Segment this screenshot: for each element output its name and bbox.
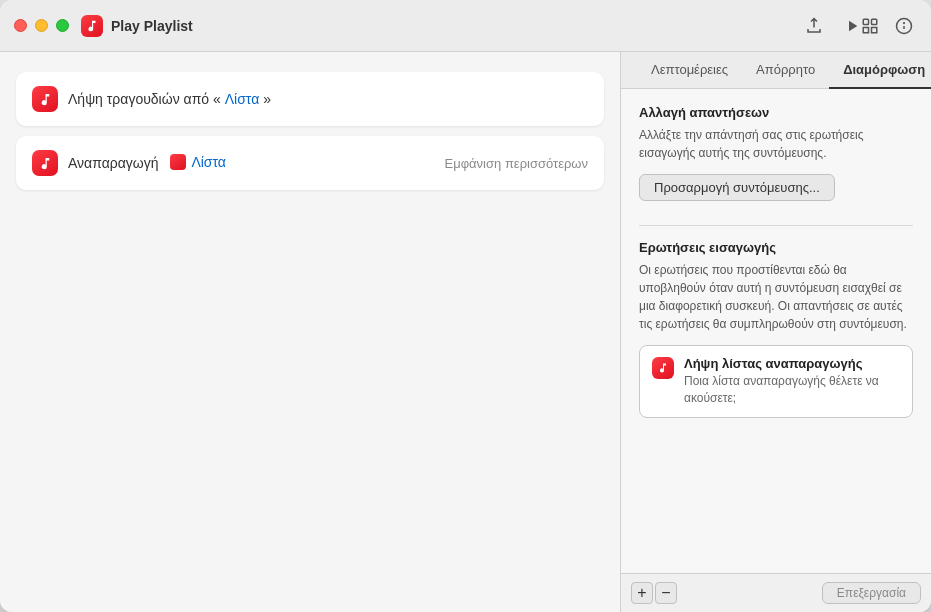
get-songs-link[interactable]: Λίστα bbox=[225, 91, 260, 107]
remove-question-button[interactable]: − bbox=[655, 582, 677, 604]
app-icon bbox=[81, 15, 103, 37]
question-list: Λήψη λίστας αναπαραγωγής Ποια λίστα αναπ… bbox=[639, 345, 913, 418]
playback-label: Αναπαραγωγή bbox=[68, 155, 159, 171]
window-title: Play Playlist bbox=[111, 18, 805, 34]
change-answers-desc: Αλλάξτε την απάντησή σας στις ερωτήσεις … bbox=[639, 126, 913, 162]
question-title: Λήψη λίστας αναπαραγωγής bbox=[684, 356, 900, 371]
question-item-0[interactable]: Λήψη λίστας αναπαραγωγής Ποια λίστα αναπ… bbox=[640, 346, 912, 417]
input-questions-title: Ερωτήσεις εισαγωγής bbox=[639, 240, 913, 255]
change-answers-title: Αλλαγή απαντήσεων bbox=[639, 105, 913, 120]
main-window: Play Playlist bbox=[0, 0, 931, 612]
right-panel: Λεπτομέρειες Απόρρητο Διαμόρφωση Αλλαγή … bbox=[621, 52, 931, 612]
titlebar: Play Playlist bbox=[0, 0, 931, 52]
play-button[interactable] bbox=[843, 17, 861, 35]
get-songs-before: Λήψη τραγουδιών από « bbox=[68, 91, 221, 107]
share-button[interactable] bbox=[805, 17, 823, 35]
svg-rect-0 bbox=[863, 19, 868, 24]
right-panel-content: Αλλαγή απαντήσεων Αλλάξτε την απάντησή σ… bbox=[621, 89, 931, 573]
library-icon[interactable] bbox=[861, 17, 879, 35]
section-separator bbox=[639, 225, 913, 226]
get-songs-row[interactable]: Λήψη τραγουδιών από « Λίστα » bbox=[16, 72, 604, 126]
playback-icon bbox=[32, 150, 58, 176]
playback-link[interactable]: Λίστα bbox=[170, 154, 226, 173]
customize-button[interactable]: Προσαρμογή συντόμευσης... bbox=[639, 174, 835, 201]
input-questions-desc: Οι ερωτήσεις που προστίθενται εδώ θα υπο… bbox=[639, 261, 913, 333]
question-text-wrapper: Λήψη λίστας αναπαραγωγής Ποια λίστα αναπ… bbox=[684, 356, 900, 407]
tab-configure[interactable]: Διαμόρφωση bbox=[829, 52, 931, 89]
minimize-button[interactable] bbox=[35, 19, 48, 32]
maximize-button[interactable] bbox=[56, 19, 69, 32]
close-button[interactable] bbox=[14, 19, 27, 32]
main-content: Λήψη τραγουδιών από « Λίστα » Αναπαραγωγ… bbox=[0, 52, 931, 612]
info-icon[interactable] bbox=[895, 17, 913, 35]
tab-privacy[interactable]: Απόρρητο bbox=[742, 52, 829, 89]
traffic-lights bbox=[14, 19, 69, 32]
edit-button[interactable]: Επεξεργασία bbox=[822, 582, 921, 604]
titlebar-actions bbox=[805, 17, 861, 35]
bottom-toolbar: + − Επεξεργασία bbox=[621, 573, 931, 612]
question-subtitle: Ποια λίστα αναπαραγωγής θέλετε να ακούσε… bbox=[684, 373, 900, 407]
tabs-bar: Λεπτομέρειες Απόρρητο Διαμόρφωση bbox=[621, 52, 931, 89]
playback-row[interactable]: Αναπαραγωγή Λίστα Εμφάνιση περισσότερων bbox=[16, 136, 604, 190]
question-music-icon bbox=[652, 357, 674, 379]
right-panel-icons bbox=[861, 17, 913, 35]
playback-text: Αναπαραγωγή Λίστα bbox=[68, 154, 226, 173]
get-songs-icon bbox=[32, 86, 58, 112]
tab-details[interactable]: Λεπτομέρειες bbox=[637, 52, 742, 89]
show-more-text: Εμφάνιση περισσότερων bbox=[445, 156, 588, 171]
add-question-button[interactable]: + bbox=[631, 582, 653, 604]
svg-rect-1 bbox=[872, 19, 877, 24]
get-songs-text: Λήψη τραγουδιών από « Λίστα » bbox=[68, 91, 271, 107]
left-panel: Λήψη τραγουδιών από « Λίστα » Αναπαραγωγ… bbox=[0, 52, 621, 612]
get-songs-after: » bbox=[263, 91, 271, 107]
